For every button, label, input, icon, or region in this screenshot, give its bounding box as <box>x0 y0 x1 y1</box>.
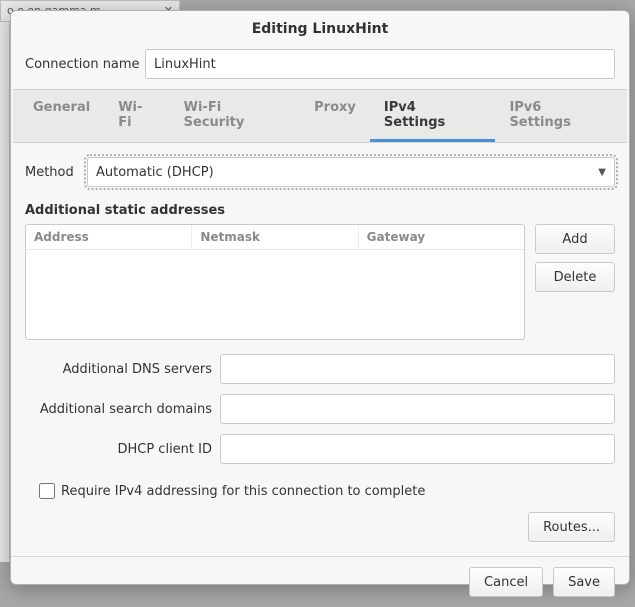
tab-ipv6-settings[interactable]: IPv6 Settings <box>495 90 621 142</box>
cancel-button[interactable]: Cancel <box>469 567 543 597</box>
require-ipv4-label: Require IPv4 addressing for this connect… <box>61 484 425 499</box>
require-ipv4-checkbox[interactable] <box>39 483 55 499</box>
ipv4-panel: Method Automatic (DHCP) ▼ Additional sta… <box>11 143 629 556</box>
search-domains-input[interactable] <box>220 394 615 424</box>
routes-button[interactable]: Routes... <box>528 512 615 542</box>
col-gateway: Gateway <box>359 225 524 249</box>
search-domains-label: Additional search domains <box>25 402 220 417</box>
tab-ipv4-settings[interactable]: IPv4 Settings <box>370 90 496 142</box>
dialog-title: Editing LinuxHint <box>11 11 629 49</box>
tab-wifi[interactable]: Wi-Fi <box>104 90 169 142</box>
tab-proxy[interactable]: Proxy <box>300 90 370 142</box>
dns-servers-input[interactable] <box>220 354 615 384</box>
add-button[interactable]: Add <box>535 224 615 254</box>
tab-bar: General Wi-Fi Wi-Fi Security Proxy IPv4 … <box>13 89 627 143</box>
method-label: Method <box>25 165 87 180</box>
edit-connection-dialog: Editing LinuxHint Connection name Genera… <box>10 10 630 585</box>
dhcp-client-id-input[interactable] <box>220 434 615 464</box>
col-netmask: Netmask <box>192 225 358 249</box>
chevron-down-icon: ▼ <box>598 167 606 178</box>
col-address: Address <box>26 225 192 249</box>
addresses-table[interactable]: Address Netmask Gateway <box>25 224 525 340</box>
method-select[interactable]: Automatic (DHCP) ▼ <box>87 157 615 187</box>
dialog-footer: Cancel Save <box>11 556 629 607</box>
addresses-section-label: Additional static addresses <box>25 203 615 218</box>
connection-name-input[interactable] <box>145 49 615 79</box>
dns-servers-label: Additional DNS servers <box>25 362 220 377</box>
delete-button[interactable]: Delete <box>535 262 615 292</box>
tab-wifi-security[interactable]: Wi-Fi Security <box>170 90 301 142</box>
dhcp-client-id-label: DHCP client ID <box>25 442 220 457</box>
tab-general[interactable]: General <box>19 90 104 142</box>
method-value: Automatic (DHCP) <box>96 165 214 180</box>
save-button[interactable]: Save <box>553 567 615 597</box>
addresses-header: Address Netmask Gateway <box>26 225 524 250</box>
connection-name-label: Connection name <box>25 57 145 72</box>
background-strip <box>0 22 10 562</box>
